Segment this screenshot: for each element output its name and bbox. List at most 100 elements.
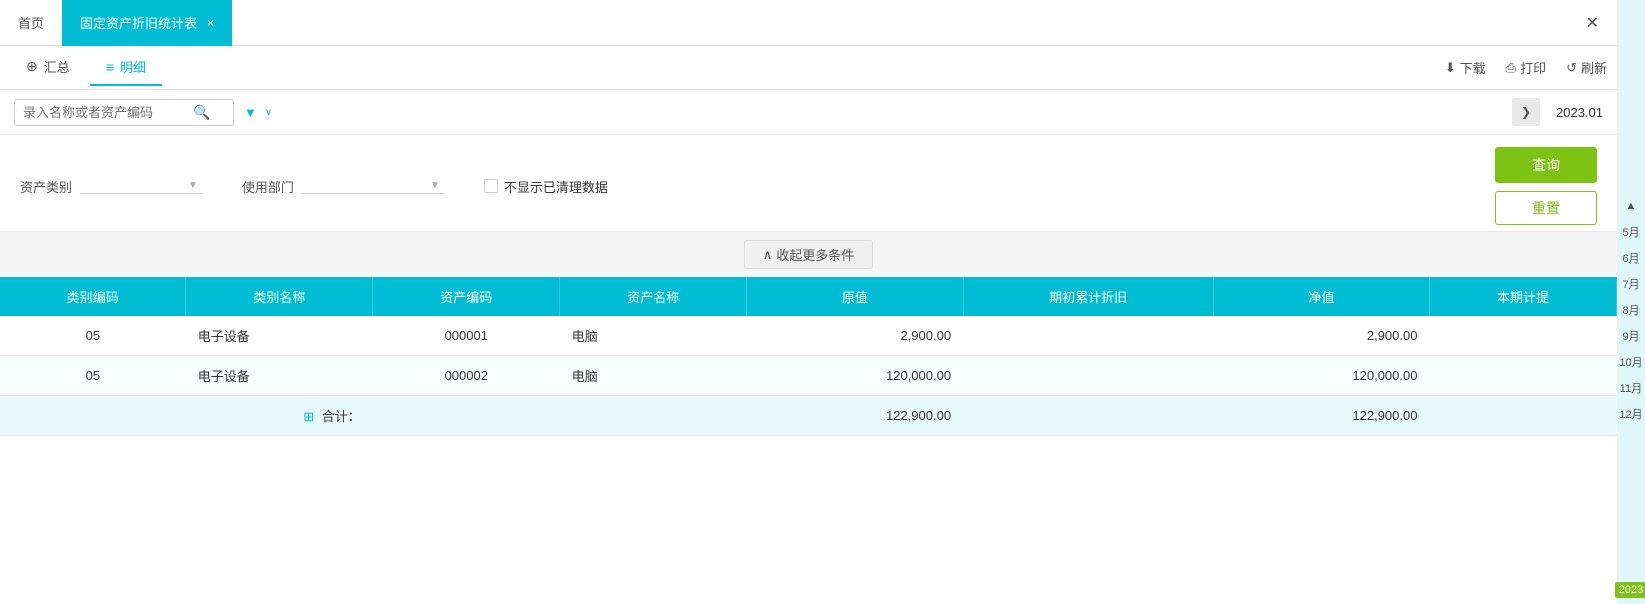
row1-net-value: 2,900.00 (1213, 316, 1429, 356)
row1-current-depreciation (1429, 316, 1616, 356)
row2-category-code: 05 (0, 356, 186, 396)
col-current-depreciation: 本期计提 (1429, 277, 1616, 316)
scroll-up-icon[interactable]: ▲ (1626, 200, 1637, 212)
col-asset-name: 资产名称 (560, 277, 747, 316)
print-icon: ⎙ (1506, 60, 1516, 76)
hide-cleared-label: 不显示已清理数据 (504, 177, 608, 196)
refresh-icon: ↺ (1566, 60, 1577, 76)
asset-category-label: 资产类别 (20, 177, 72, 196)
data-table-wrap: 类别编码 类别名称 资产编码 资产名称 原值 期初累计折旧 净值 本期计提 05… (0, 277, 1617, 604)
col-category-code: 类别编码 (0, 277, 186, 316)
reset-button[interactable]: 重置 (1495, 191, 1597, 225)
table-row: 05 电子设备 000002 电脑 120,000.00 120,000.00 (0, 356, 1617, 396)
sub-tabs-bar: ⊕ 汇总 ≡ 明细 ⬇ 下载 ⎙ 打印 ↺ 刷新 (0, 46, 1617, 90)
sidebar-month-11[interactable]: 11月 (1620, 378, 1642, 398)
download-icon: ⬇ (1445, 60, 1456, 76)
summary-icon: ⊕ (26, 58, 38, 75)
total-icon: ⊞ (303, 409, 314, 424)
tab-close-icon[interactable]: × (207, 16, 214, 30)
sidebar-month-9[interactable]: 9月 (1622, 326, 1639, 346)
row2-asset-name: 电脑 (560, 356, 747, 396)
right-sidebar: ▲ 5月 6月 7月 8月 9月 10月 11月 12月 2023 (1617, 0, 1645, 604)
search-icon: 🔍 (193, 104, 210, 121)
total-cumulative-depreciation (963, 396, 1213, 436)
total-label: 合计： (322, 409, 361, 424)
row2-current-depreciation (1429, 356, 1616, 396)
asset-category-select[interactable]: ▼ (80, 178, 202, 194)
chevron-down-icon: ∨ (265, 107, 272, 118)
top-nav: 首页 固定资产折旧统计表 × ✕ (0, 0, 1617, 46)
total-icon-cell: ⊞ 合计： (0, 396, 373, 436)
tab-detail[interactable]: ≡ 明细 (90, 49, 162, 86)
col-asset-code: 资产编码 (373, 277, 560, 316)
total-current-depreciation (1429, 396, 1616, 436)
row1-cumulative-depreciation (963, 316, 1213, 356)
collapse-button[interactable]: ∧ 收起更多条件 (744, 240, 874, 269)
row2-category-name: 电子设备 (186, 356, 373, 396)
row1-category-code: 05 (0, 316, 186, 356)
row2-original-value: 120,000.00 (747, 356, 963, 396)
sidebar-month-12[interactable]: 12月 (1619, 404, 1642, 424)
print-button[interactable]: ⎙ 打印 (1506, 58, 1546, 77)
sidebar-year: 2023 (1615, 582, 1645, 598)
home-tab[interactable]: 首页 (0, 13, 62, 32)
search-input-wrap[interactable]: 🔍 (14, 99, 234, 126)
col-net-value: 净值 (1213, 277, 1429, 316)
total-row: ⊞ 合计： 122,900.00 122,900.00 (0, 396, 1617, 436)
detail-icon: ≡ (106, 59, 114, 75)
department-label: 使用部门 (242, 177, 294, 196)
filter-panel: 资产类别 ▼ 使用部门 ▼ 不显示已清理数据 查询 重置 (0, 135, 1617, 232)
row2-cumulative-depreciation (963, 356, 1213, 396)
checkbox-icon (484, 179, 498, 193)
col-category-name: 类别名称 (186, 277, 373, 316)
row1-asset-name: 电脑 (560, 316, 747, 356)
asset-category-filter: 资产类别 ▼ (20, 177, 202, 196)
active-tab: 固定资产折旧统计表 × (62, 0, 232, 46)
tab-detail-label: 明细 (120, 57, 146, 76)
search-bar: 🔍 ▼ ∨ ❯ 2023.01 (0, 90, 1617, 135)
filter-icon: ▼ (244, 105, 257, 120)
sidebar-month-5[interactable]: 5月 (1622, 222, 1639, 242)
window-close-button[interactable]: ✕ (1568, 13, 1617, 33)
data-table: 类别编码 类别名称 资产编码 资产名称 原值 期初累计折旧 净值 本期计提 05… (0, 277, 1617, 436)
download-button[interactable]: ⬇ 下载 (1445, 58, 1486, 77)
row1-original-value: 2,900.00 (747, 316, 963, 356)
print-label: 打印 (1520, 58, 1546, 77)
row1-category-name: 电子设备 (186, 316, 373, 356)
collapse-bar: ∧ 收起更多条件 (0, 232, 1617, 277)
table-header-row: 类别编码 类别名称 资产编码 资产名称 原值 期初累计折旧 净值 本期计提 (0, 277, 1617, 316)
hide-cleared-checkbox[interactable]: 不显示已清理数据 (484, 177, 608, 196)
row2-asset-code: 000002 (373, 356, 560, 396)
tab-label: 固定资产折旧统计表 (80, 13, 197, 32)
row2-net-value: 120,000.00 (1213, 356, 1429, 396)
department-arrow-icon: ▼ (430, 180, 440, 191)
sidebar-month-7[interactable]: 7月 (1622, 274, 1639, 294)
tab-summary[interactable]: ⊕ 汇总 (10, 49, 86, 86)
toolbar-actions: ⬇ 下载 ⎙ 打印 ↺ 刷新 (1445, 58, 1607, 77)
sidebar-month-6[interactable]: 6月 (1622, 248, 1639, 268)
date-label: 2023.01 (1550, 105, 1603, 120)
query-button[interactable]: 查询 (1495, 147, 1597, 183)
refresh-label: 刷新 (1581, 58, 1607, 77)
search-input[interactable] (23, 105, 193, 120)
col-original-value: 原值 (747, 277, 963, 316)
collapse-icon: ∧ (763, 247, 773, 263)
total-net-value: 122,900.00 (1213, 396, 1429, 436)
sidebar-month-8[interactable]: 8月 (1622, 300, 1639, 320)
download-label: 下载 (1460, 58, 1486, 77)
tab-summary-label: 汇总 (44, 57, 70, 76)
total-asset-code (373, 396, 560, 436)
nav-arrow-button[interactable]: ❯ (1512, 98, 1540, 126)
total-original-value: 122,900.00 (747, 396, 963, 436)
collapse-label: 收起更多条件 (776, 245, 854, 264)
department-filter: 使用部门 ▼ (242, 177, 444, 196)
table-row: 05 电子设备 000001 电脑 2,900.00 2,900.00 (0, 316, 1617, 356)
sidebar-month-10[interactable]: 10月 (1619, 352, 1642, 372)
refresh-button[interactable]: ↺ 刷新 (1566, 58, 1607, 77)
col-cumulative-depreciation: 期初累计折旧 (963, 277, 1213, 316)
filter-actions: 查询 重置 (1495, 147, 1597, 225)
department-select[interactable]: ▼ (302, 178, 444, 194)
more-filter-button[interactable]: ▼ ∨ (244, 105, 272, 120)
total-asset-name (560, 396, 747, 436)
asset-category-arrow-icon: ▼ (188, 180, 198, 191)
